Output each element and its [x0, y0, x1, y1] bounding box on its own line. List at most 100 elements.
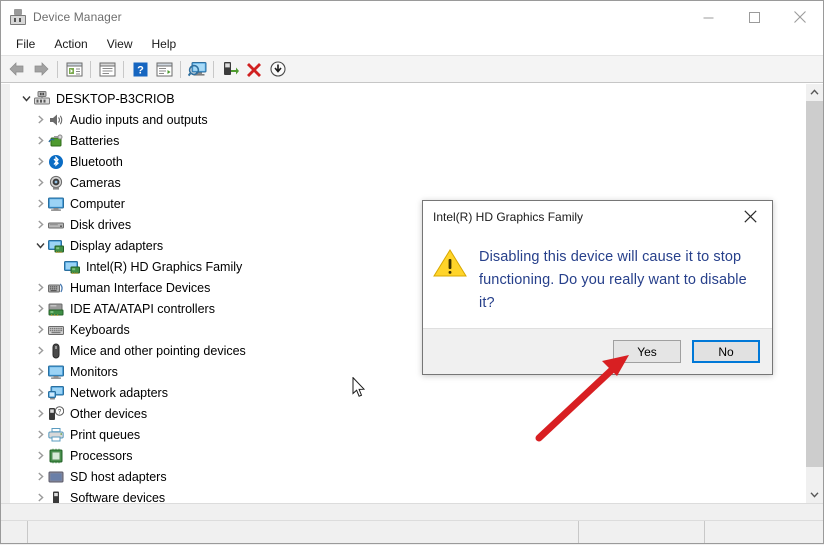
chevron-right-icon[interactable] — [32, 304, 48, 313]
scroll-down-button[interactable] — [806, 486, 823, 503]
update-driver-icon[interactable] — [152, 58, 176, 80]
chevron-right-icon[interactable] — [32, 325, 48, 334]
printer-icon — [48, 427, 64, 443]
tree-item-audio-inputs-and-outputs[interactable]: Audio inputs and outputs — [10, 109, 805, 130]
chevron-right-icon[interactable] — [32, 388, 48, 397]
tree-item-bluetooth[interactable]: Bluetooth — [10, 151, 805, 172]
properties-icon[interactable] — [95, 58, 119, 80]
menu-view[interactable]: View — [98, 34, 142, 54]
scrollbar-thumb[interactable] — [806, 101, 823, 467]
disable-device-icon[interactable] — [266, 58, 290, 80]
tree-item-label: Cameras — [70, 175, 121, 190]
tree-item-sd-host-adapters[interactable]: SD host adapters — [10, 466, 805, 487]
no-button[interactable]: No — [692, 340, 760, 363]
dialog-message: Disabling this device will cause it to s… — [479, 249, 747, 311]
enable-device-icon[interactable] — [218, 58, 242, 80]
chevron-right-icon[interactable] — [32, 472, 48, 481]
ide-controller-icon — [48, 301, 64, 317]
svg-text:?: ? — [137, 64, 144, 76]
scan-for-hardware-changes-icon[interactable] — [185, 58, 209, 80]
tree-item-batteries[interactable]: Batteries — [10, 130, 805, 151]
tree-item-label: Display adapters — [70, 238, 164, 253]
tree-item-label: Network adapters — [70, 385, 168, 400]
chevron-down-icon[interactable] — [32, 241, 48, 250]
chevron-right-icon[interactable] — [32, 430, 48, 439]
toolbar-separator — [213, 60, 214, 78]
back-icon[interactable] — [5, 58, 29, 80]
help-icon[interactable]: ? — [128, 58, 152, 80]
uninstall-device-icon[interactable] — [242, 58, 266, 80]
tree-item-label: Mice and other pointing devices — [70, 343, 246, 358]
tree-item-network-adapters[interactable]: Network adapters — [10, 382, 805, 403]
tree-item-root[interactable]: DESKTOP-B3CRIOB — [10, 88, 805, 109]
speaker-icon — [48, 112, 64, 128]
chevron-right-icon[interactable] — [32, 199, 48, 208]
tree-item-label: Audio inputs and outputs — [70, 112, 208, 127]
tree-item-other-devices[interactable]: ? Other devices — [10, 403, 805, 424]
tree-item-label: Bluetooth — [70, 154, 123, 169]
tree-item-cameras[interactable]: Cameras — [10, 172, 805, 193]
scroll-up-button[interactable] — [806, 84, 823, 101]
battery-icon — [48, 133, 64, 149]
scrollbar-track[interactable] — [806, 101, 823, 486]
chevron-right-icon[interactable] — [32, 178, 48, 187]
status-pane-1 — [27, 521, 579, 543]
tree-item-label: Disk drives — [70, 217, 132, 232]
menu-bar: File Action View Help — [1, 33, 823, 56]
tree-item-label: Intel(R) HD Graphics Family — [86, 259, 243, 274]
hid-icon — [48, 280, 64, 296]
yes-button[interactable]: Yes — [613, 340, 681, 363]
maximize-button[interactable] — [731, 1, 777, 33]
chevron-right-icon[interactable] — [32, 283, 48, 292]
show-hide-console-tree-icon[interactable] — [62, 58, 86, 80]
vertical-scrollbar[interactable] — [805, 84, 823, 503]
toolbar: ? — [1, 56, 823, 83]
menu-action[interactable]: Action — [45, 34, 96, 54]
menu-help[interactable]: Help — [143, 34, 186, 54]
status-bar — [1, 520, 823, 543]
tree-item-label: DESKTOP-B3CRIOB — [56, 91, 175, 106]
chevron-right-icon[interactable] — [32, 451, 48, 460]
close-button[interactable] — [777, 1, 823, 33]
camera-icon — [48, 175, 64, 191]
mouse-pointer — [352, 376, 366, 403]
warning-icon — [433, 248, 467, 278]
keyboard-icon — [48, 322, 64, 338]
toolbar-separator — [123, 60, 124, 78]
chevron-right-icon[interactable] — [32, 346, 48, 355]
tree-item-software-devices[interactable]: Software devices — [10, 487, 805, 503]
tree-item-label: Keyboards — [70, 322, 130, 337]
tree-item-label: Computer — [70, 196, 125, 211]
display-adapter-icon — [64, 259, 80, 275]
status-pane-3 — [705, 521, 823, 543]
dialog-body: Disabling this device will cause it to s… — [423, 232, 772, 328]
tree-item-label: IDE ATA/ATAPI controllers — [70, 301, 215, 316]
disk-drive-icon — [48, 217, 64, 233]
caption-buttons — [685, 1, 823, 33]
chevron-right-icon[interactable] — [32, 136, 48, 145]
chevron-right-icon[interactable] — [32, 115, 48, 124]
menu-file[interactable]: File — [7, 34, 44, 54]
tree-item-label: Other devices — [70, 406, 148, 421]
chevron-down-icon[interactable] — [18, 94, 34, 103]
dialog-footer: Yes No — [423, 328, 772, 374]
sd-host-adapter-icon — [48, 469, 64, 485]
tree-item-label: Human Interface Devices — [70, 280, 211, 295]
tree-item-label: Batteries — [70, 133, 120, 148]
minimize-button[interactable] — [685, 1, 731, 33]
display-adapter-icon — [48, 238, 64, 254]
forward-icon[interactable] — [29, 58, 53, 80]
chevron-right-icon[interactable] — [32, 157, 48, 166]
dialog-close-button[interactable] — [728, 201, 772, 232]
window-title: Device Manager — [33, 10, 122, 24]
chevron-right-icon[interactable] — [32, 367, 48, 376]
processor-icon — [48, 448, 64, 464]
tree-item-print-queues[interactable]: Print queues — [10, 424, 805, 445]
tree-item-processors[interactable]: Processors — [10, 445, 805, 466]
chevron-right-icon[interactable] — [32, 220, 48, 229]
chevron-right-icon[interactable] — [32, 493, 48, 502]
tree-item-label: Software devices — [70, 490, 166, 504]
chevron-right-icon[interactable] — [32, 409, 48, 418]
tree-item-label: Print queues — [70, 427, 141, 442]
monitor-icon — [48, 196, 64, 212]
